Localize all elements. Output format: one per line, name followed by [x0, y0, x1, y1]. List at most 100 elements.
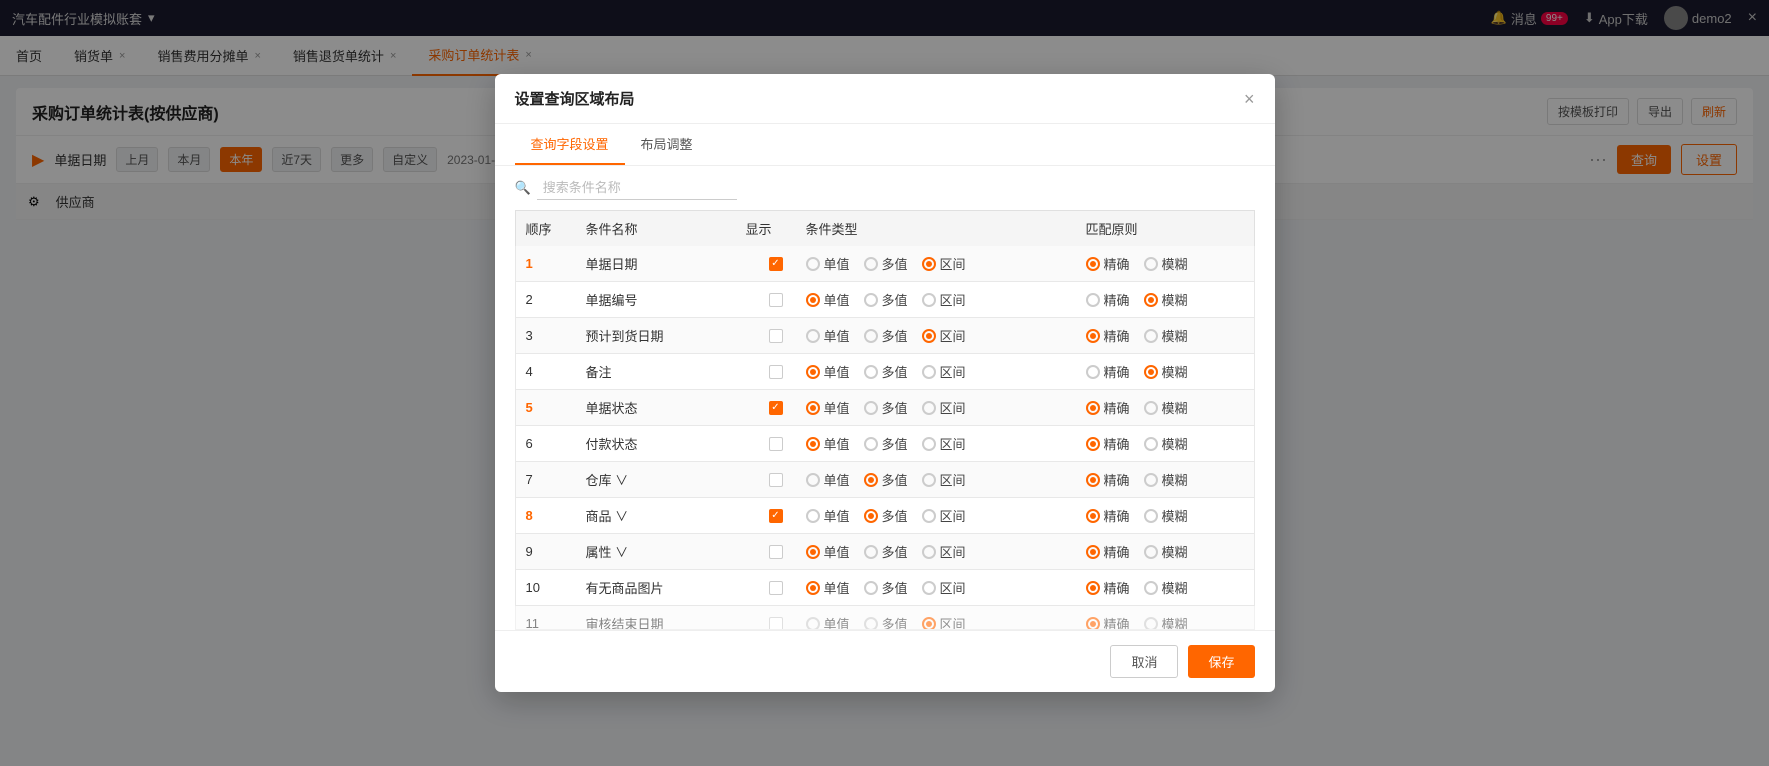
row7-type-single[interactable]: 单值: [806, 470, 850, 489]
row8-match-exact[interactable]: 精确: [1086, 506, 1130, 525]
row1-display[interactable]: [746, 257, 806, 271]
row10-display[interactable]: [746, 581, 806, 595]
row4-type-single[interactable]: 单值: [806, 362, 850, 381]
row4-match: 精确 模糊: [1086, 362, 1275, 381]
table-row: 10 有无商品图片 单值 多值 区间 精确 模糊: [515, 570, 1255, 606]
row8-type-multi[interactable]: 多值: [864, 506, 908, 525]
row1-type-multi[interactable]: 多值: [864, 254, 908, 273]
row1-match-exact[interactable]: 精确: [1086, 254, 1130, 273]
row2-display[interactable]: [746, 293, 806, 307]
row5-type-single[interactable]: 单值: [806, 398, 850, 417]
row6-checkbox[interactable]: [769, 437, 783, 451]
row1-match-fuzzy-radio[interactable]: [1144, 257, 1158, 271]
row9-match-fuzzy[interactable]: 模糊: [1144, 542, 1188, 561]
row10-checkbox[interactable]: [769, 581, 783, 595]
row8-type-single[interactable]: 单值: [806, 506, 850, 525]
row10-match-fuzzy[interactable]: 模糊: [1144, 578, 1188, 597]
row3-type-single[interactable]: 单值: [806, 326, 850, 345]
row5-display[interactable]: [746, 401, 806, 415]
row10-type-range[interactable]: 区间: [922, 578, 966, 597]
row1-type-range[interactable]: 区间: [922, 254, 966, 273]
row11-type-single[interactable]: 单值: [806, 614, 850, 630]
row6-type-multi[interactable]: 多值: [864, 434, 908, 453]
search-input[interactable]: [537, 176, 737, 200]
row5-match-fuzzy[interactable]: 模糊: [1144, 398, 1188, 417]
row9-checkbox[interactable]: [769, 545, 783, 559]
row2-type-range[interactable]: 区间: [922, 290, 966, 309]
row7-display[interactable]: [746, 473, 806, 487]
cancel-button[interactable]: 取消: [1110, 645, 1178, 678]
row3-match-exact[interactable]: 精确: [1086, 326, 1130, 345]
dialog-tab-fields[interactable]: 查询字段设置: [515, 124, 625, 165]
row4-order: 4: [526, 364, 586, 379]
row1-type-single-radio[interactable]: [806, 257, 820, 271]
row2-type-single[interactable]: 单值: [806, 290, 850, 309]
row1-type-single[interactable]: 单值: [806, 254, 850, 273]
row7-match-exact[interactable]: 精确: [1086, 470, 1130, 489]
row4-type: 单值 多值 区间: [806, 362, 1086, 381]
row10-type-single[interactable]: 单值: [806, 578, 850, 597]
row3-match-fuzzy[interactable]: 模糊: [1144, 326, 1188, 345]
row7-type-range[interactable]: 区间: [922, 470, 966, 489]
row6-match-exact[interactable]: 精确: [1086, 434, 1130, 453]
row3-checkbox[interactable]: [769, 329, 783, 343]
dialog-close-btn[interactable]: ×: [1244, 90, 1255, 108]
dialog-footer: 取消 保存: [495, 630, 1275, 692]
row11-display[interactable]: [746, 617, 806, 631]
row9-type-single[interactable]: 单值: [806, 542, 850, 561]
row7-type-multi[interactable]: 多值: [864, 470, 908, 489]
row6-type-single[interactable]: 单值: [806, 434, 850, 453]
row5-match-exact[interactable]: 精确: [1086, 398, 1130, 417]
row1-type-range-radio[interactable]: [922, 257, 936, 271]
row5-type-range[interactable]: 区间: [922, 398, 966, 417]
row8-match-fuzzy[interactable]: 模糊: [1144, 506, 1188, 525]
row3-type-range[interactable]: 区间: [922, 326, 966, 345]
row1-type-multi-radio[interactable]: [864, 257, 878, 271]
row4-match-fuzzy[interactable]: 模糊: [1144, 362, 1188, 381]
row8-type-range[interactable]: 区间: [922, 506, 966, 525]
row4-type-multi[interactable]: 多值: [864, 362, 908, 381]
row7-checkbox[interactable]: [769, 473, 783, 487]
row4-match-exact[interactable]: 精确: [1086, 362, 1130, 381]
row2-type-multi[interactable]: 多值: [864, 290, 908, 309]
row8-checkbox[interactable]: [769, 509, 783, 523]
row4-checkbox[interactable]: [769, 365, 783, 379]
row9-type-range[interactable]: 区间: [922, 542, 966, 561]
row9-display[interactable]: [746, 545, 806, 559]
row3-type-multi[interactable]: 多值: [864, 326, 908, 345]
row11-match-exact[interactable]: 精确: [1086, 614, 1130, 630]
row8-display[interactable]: [746, 509, 806, 523]
row4-display[interactable]: [746, 365, 806, 379]
row4-type-range[interactable]: 区间: [922, 362, 966, 381]
save-button[interactable]: 保存: [1188, 645, 1254, 678]
row9-match-exact[interactable]: 精确: [1086, 542, 1130, 561]
row3-display[interactable]: [746, 329, 806, 343]
row9-type: 单值 多值 区间: [806, 542, 1086, 561]
row11-checkbox[interactable]: [769, 617, 783, 631]
dialog-search-area: 🔍: [495, 166, 1275, 210]
row11-match-fuzzy[interactable]: 模糊: [1144, 614, 1188, 630]
dialog-tab-layout[interactable]: 布局调整: [625, 124, 709, 165]
row1-checkbox[interactable]: [769, 257, 783, 271]
row5-checkbox[interactable]: [769, 401, 783, 415]
row7-match-fuzzy[interactable]: 模糊: [1144, 470, 1188, 489]
row2-checkbox[interactable]: [769, 293, 783, 307]
row11-type: 单值 多值 区间: [806, 614, 1086, 630]
row1-match-fuzzy[interactable]: 模糊: [1144, 254, 1188, 273]
row2-match-exact[interactable]: 精确: [1086, 290, 1130, 309]
row2-match-fuzzy[interactable]: 模糊: [1144, 290, 1188, 309]
row11-order: 11: [526, 616, 586, 630]
row6-display[interactable]: [746, 437, 806, 451]
row10-type-multi[interactable]: 多值: [864, 578, 908, 597]
table-row: 8 商品 ∨ 单值 多值 区间 精确 模糊: [515, 498, 1255, 534]
row6-type-range[interactable]: 区间: [922, 434, 966, 453]
row11-type-range[interactable]: 区间: [922, 614, 966, 630]
row1-match-exact-radio[interactable]: [1086, 257, 1100, 271]
dialog-table: 顺序 条件名称 显示 条件类型 匹配原则 1 单据日期 单值: [495, 210, 1275, 630]
row10-match-exact[interactable]: 精确: [1086, 578, 1130, 597]
row5-type-multi[interactable]: 多值: [864, 398, 908, 417]
row11-type-multi[interactable]: 多值: [864, 614, 908, 630]
dialog-header: 设置查询区域布局 ×: [495, 74, 1275, 124]
row9-type-multi[interactable]: 多值: [864, 542, 908, 561]
row6-match-fuzzy[interactable]: 模糊: [1144, 434, 1188, 453]
